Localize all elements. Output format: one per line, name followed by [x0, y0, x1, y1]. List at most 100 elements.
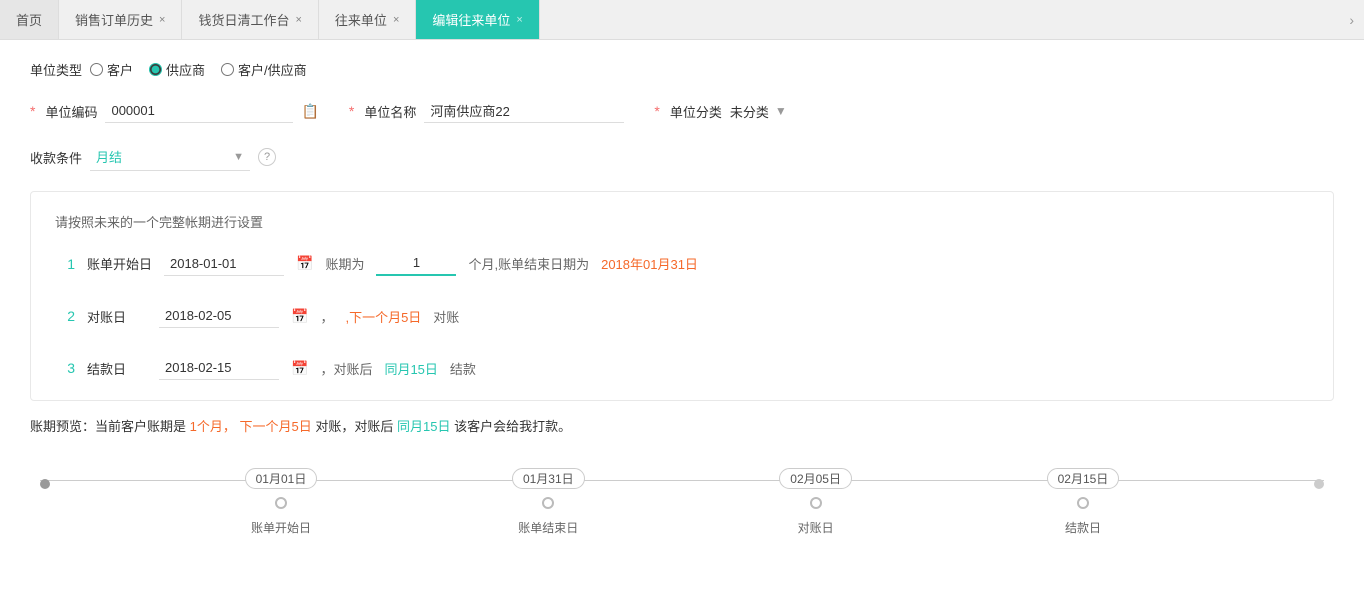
- unit-code-field: * 单位编码 📋: [30, 99, 319, 123]
- preview-text: 账期预览：当前客户账期是 1个月， 下一个月5日 对账，对账后 同月15日 该客…: [30, 417, 1334, 438]
- payment-term-field: 收款条件 月结 ▼ ?: [30, 143, 276, 171]
- unit-name-required: *: [349, 103, 354, 119]
- timeline-dot-4: [1077, 497, 1089, 509]
- tab-sales-close[interactable]: ×: [159, 14, 165, 26]
- timeline-wrapper: 01月01日 账单开始日 01月31日 账单结束日 02月05日 对账日 02月…: [30, 468, 1334, 536]
- help-icon[interactable]: ?: [258, 148, 276, 166]
- row-number-1: 1: [55, 256, 75, 272]
- timeline-caption-2: 账单结束日: [518, 519, 578, 536]
- preview-highlight1: 1个月，: [190, 419, 236, 434]
- unit-type-radio-group: 客户 供应商 客户/供应商: [90, 60, 307, 79]
- tab-home[interactable]: 首页: [0, 0, 59, 39]
- radio-customer-label: 客户: [107, 60, 133, 79]
- timeline-start-dot: [40, 479, 50, 489]
- timeline-point-3: 02月05日 对账日: [779, 468, 852, 536]
- timeline-start-end: [40, 471, 50, 489]
- settings-title: 请按照未来的一个完整帐期进行设置: [55, 212, 1309, 231]
- unit-name-input[interactable]: [424, 99, 624, 123]
- payment-term-select[interactable]: 月结 ▼: [90, 143, 250, 171]
- row-label-2: 对账日: [87, 307, 147, 326]
- timeline-caption-4: 结款日: [1065, 519, 1101, 536]
- settings-box: 请按照未来的一个完整帐期进行设置 1 账单开始日 📅 账期为 个月,账单结束日期…: [30, 191, 1334, 401]
- preview-middle: 下一个月5日: [240, 419, 312, 434]
- payment-highlight: 同月15日: [384, 359, 437, 378]
- preview-middle2: 对账，对账后: [315, 419, 393, 434]
- unit-code-input[interactable]: [105, 99, 293, 123]
- payment-date-calendar-icon[interactable]: 📅: [291, 360, 308, 377]
- payment-term-arrow-icon: ▼: [233, 151, 244, 163]
- timeline-dot-1: [275, 497, 287, 509]
- start-date-input[interactable]: [164, 252, 284, 276]
- tab-partners-label: 往来单位: [335, 10, 387, 29]
- timeline-caption-3: 对账日: [798, 519, 834, 536]
- timeline-caption-1: 账单开始日: [251, 519, 311, 536]
- radio-customer[interactable]: 客户: [90, 60, 133, 79]
- payment-prefix: ，对账后: [320, 359, 372, 378]
- unit-code-icon[interactable]: 📋: [301, 103, 318, 120]
- tab-edit-partner-close[interactable]: ×: [516, 14, 522, 26]
- payment-date-input[interactable]: [159, 356, 279, 380]
- timeline-point-2: 01月31日 账单结束日: [512, 468, 585, 536]
- period-end-date: 2018年01月31日: [601, 254, 698, 273]
- radio-customer-input[interactable]: [90, 63, 103, 76]
- period-month-input[interactable]: [376, 251, 456, 276]
- period-for-label: 账期为: [325, 254, 364, 273]
- unit-classify-select[interactable]: 未分类 ▼: [730, 102, 870, 121]
- timeline-badge-1: 01月01日: [245, 468, 318, 489]
- payment-suffix: 结款: [450, 359, 476, 378]
- radio-both[interactable]: 客户/供应商: [221, 60, 307, 79]
- unit-code-required: *: [30, 103, 35, 119]
- payment-term-row: 收款条件 月结 ▼ ?: [30, 143, 1334, 171]
- row-number-3: 3: [55, 360, 75, 376]
- tab-edit-partner-label: 编辑往来单位: [432, 10, 510, 29]
- radio-supplier-input[interactable]: [149, 63, 162, 76]
- reconcile-date-input[interactable]: [159, 304, 279, 328]
- classify-dropdown-icon: ▼: [775, 104, 787, 118]
- tab-home-label: 首页: [16, 10, 42, 29]
- unit-classify-label: 单位分类: [670, 102, 722, 121]
- tab-sales[interactable]: 销售订单历史 ×: [59, 0, 182, 39]
- unit-name-field: * 单位名称: [349, 99, 624, 123]
- reconcile-prefix: ，: [320, 307, 333, 326]
- timeline-end-dot: [1314, 479, 1324, 489]
- page-content: 单位类型 客户 供应商 客户/供应商 * 单位编码: [0, 40, 1364, 608]
- timeline-dot-3: [810, 497, 822, 509]
- reconcile-highlight: ,下一个月5日: [345, 307, 421, 326]
- tab-cashwork[interactable]: 钱货日清工作台 ×: [182, 0, 318, 39]
- radio-both-input[interactable]: [221, 63, 234, 76]
- tab-edit-partner[interactable]: 编辑往来单位 ×: [416, 0, 539, 39]
- timeline-point-1: 01月01日 账单开始日: [245, 468, 318, 536]
- preview-suffix: 该客户会给我打款。: [454, 419, 571, 434]
- radio-both-label: 客户/供应商: [238, 60, 307, 79]
- unit-info-row: * 单位编码 📋 * 单位名称 * 单位分类 未分类 ▼: [30, 99, 1334, 123]
- unit-classify-required: *: [654, 103, 659, 119]
- tab-more-button[interactable]: ›: [1339, 0, 1364, 39]
- tab-partners-close[interactable]: ×: [393, 14, 399, 26]
- reconcile-date-calendar-icon[interactable]: 📅: [291, 308, 308, 325]
- unit-classify-field: * 单位分类 未分类 ▼: [654, 102, 869, 121]
- unit-type-field: 单位类型 客户 供应商 客户/供应商: [30, 60, 307, 79]
- preview-highlight2: 同月15日: [397, 419, 450, 434]
- timeline-end: [1314, 471, 1324, 489]
- payment-term-label: 收款条件: [30, 148, 82, 167]
- unit-name-label: 单位名称: [364, 102, 416, 121]
- timeline-badge-4: 02月15日: [1047, 468, 1120, 489]
- unit-type-label: 单位类型: [30, 60, 82, 79]
- chevron-right-icon: ›: [1349, 12, 1354, 28]
- reconcile-suffix: 对账: [433, 307, 459, 326]
- timeline-badge-2: 01月31日: [512, 468, 585, 489]
- tab-cashwork-close[interactable]: ×: [295, 14, 301, 26]
- preview-prefix: 账期预览：当前客户账期是: [30, 419, 186, 434]
- timeline-points: 01月01日 账单开始日 01月31日 账单结束日 02月05日 对账日 02月…: [40, 468, 1324, 536]
- radio-supplier-label: 供应商: [166, 60, 205, 79]
- timeline-badge-3: 02月05日: [779, 468, 852, 489]
- unit-code-label: 单位编码: [45, 102, 97, 121]
- radio-supplier[interactable]: 供应商: [149, 60, 205, 79]
- row-label-1: 账单开始日: [87, 254, 152, 273]
- start-date-calendar-icon[interactable]: 📅: [296, 255, 313, 272]
- unit-type-row: 单位类型 客户 供应商 客户/供应商: [30, 60, 1334, 79]
- tab-partners[interactable]: 往来单位 ×: [319, 0, 416, 39]
- payment-term-value: 月结: [96, 147, 227, 166]
- row-label-3: 结款日: [87, 359, 147, 378]
- tabs-bar: 首页 销售订单历史 × 钱货日清工作台 × 往来单位 × 编辑往来单位 × ›: [0, 0, 1364, 40]
